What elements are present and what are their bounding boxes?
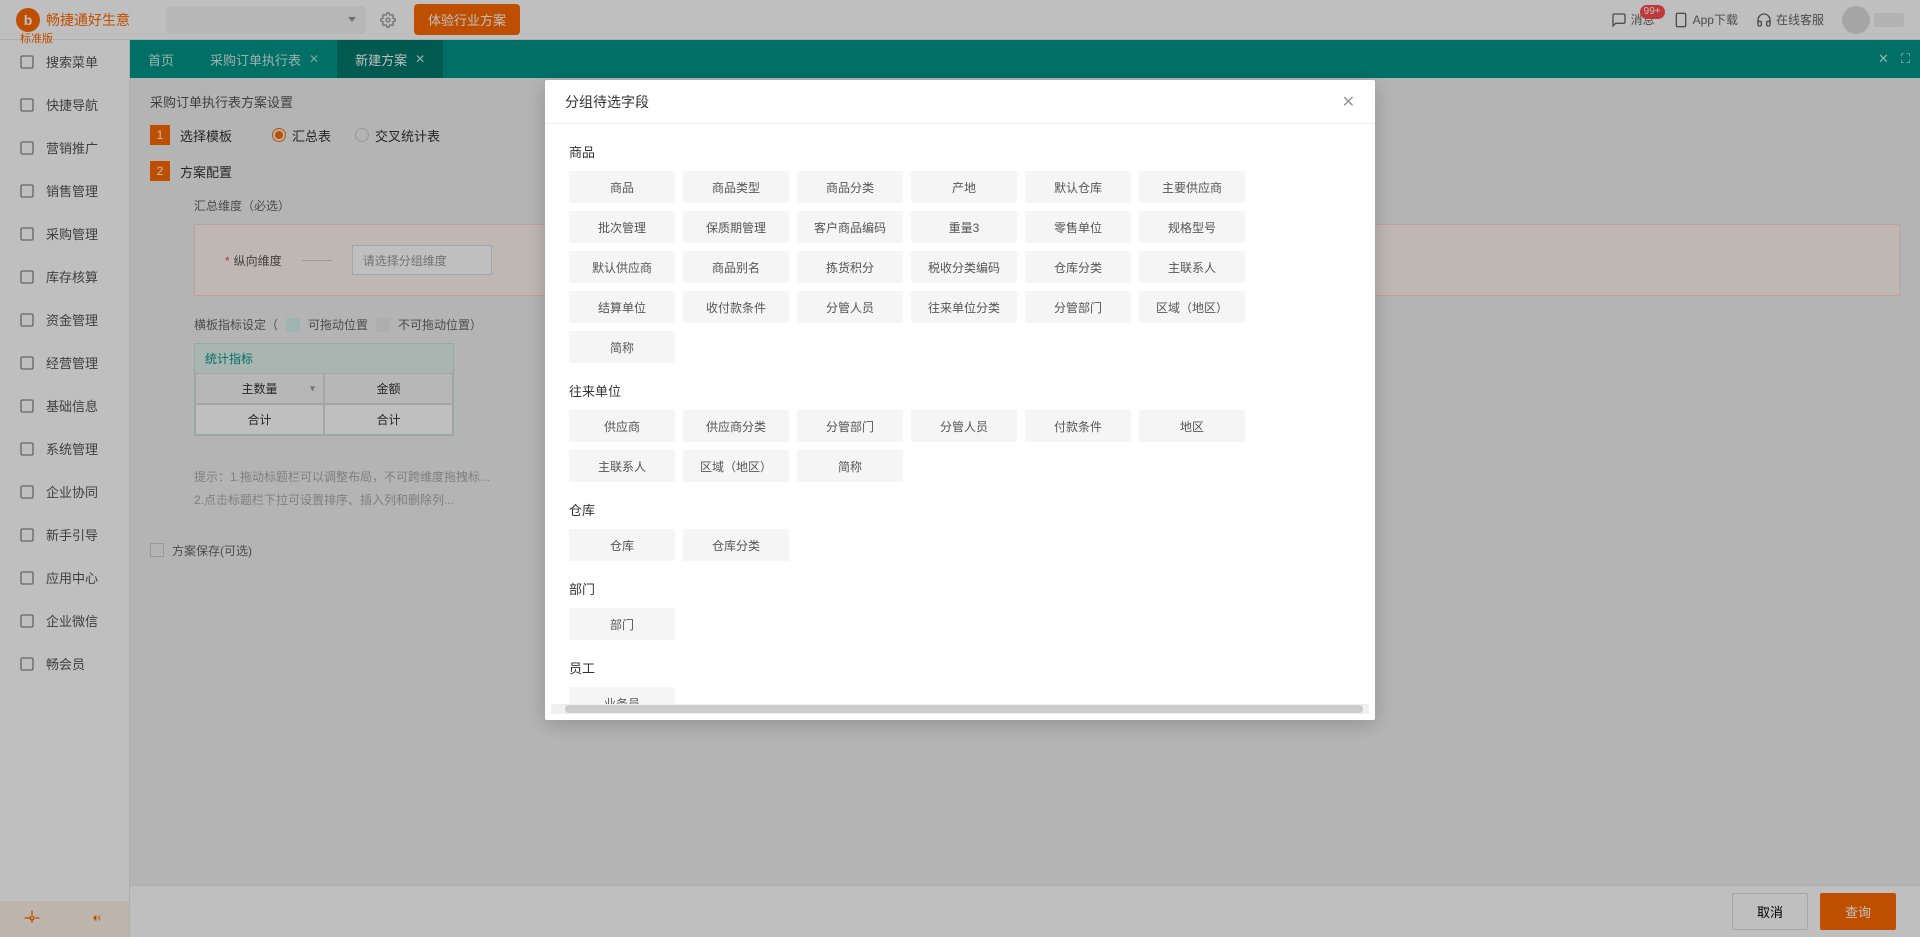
field-chip[interactable]: 商品分类 xyxy=(797,171,903,203)
modal-header: 分组待选字段 ✕ xyxy=(545,80,1375,124)
field-chip[interactable]: 收付款条件 xyxy=(683,291,789,323)
field-chip[interactable]: 拣货积分 xyxy=(797,251,903,283)
field-chip[interactable]: 区域（地区） xyxy=(683,450,789,482)
field-chip[interactable]: 简称 xyxy=(569,331,675,363)
field-chip[interactable]: 分管部门 xyxy=(797,410,903,442)
field-chip[interactable]: 结算单位 xyxy=(569,291,675,323)
field-chip[interactable]: 默认仓库 xyxy=(1025,171,1131,203)
field-chip[interactable]: 保质期管理 xyxy=(683,211,789,243)
field-chip[interactable]: 分管部门 xyxy=(1025,291,1131,323)
field-chip[interactable]: 仓库 xyxy=(569,529,675,561)
field-chip[interactable]: 往来单位分类 xyxy=(911,291,1017,323)
field-chip[interactable]: 供应商 xyxy=(569,410,675,442)
field-chip[interactable]: 零售单位 xyxy=(1025,211,1131,243)
field-chip[interactable]: 地区 xyxy=(1139,410,1245,442)
field-selector-modal: 分组待选字段 ✕ 商品商品商品类型商品分类产地默认仓库主要供应商批次管理保质期管… xyxy=(545,80,1375,720)
field-chip[interactable]: 分管人员 xyxy=(911,410,1017,442)
field-group-title: 往来单位 xyxy=(569,381,1351,400)
field-group-title: 商品 xyxy=(569,142,1351,161)
field-chip[interactable]: 主联系人 xyxy=(569,450,675,482)
field-chip[interactable]: 默认供应商 xyxy=(569,251,675,283)
field-chip[interactable]: 供应商分类 xyxy=(683,410,789,442)
modal-body: 商品商品商品类型商品分类产地默认仓库主要供应商批次管理保质期管理客户商品编码重量… xyxy=(545,124,1375,704)
modal-horizontal-scrollbar[interactable] xyxy=(551,704,1369,714)
field-chip[interactable]: 业务员 xyxy=(569,687,675,704)
field-chip[interactable]: 部门 xyxy=(569,608,675,640)
modal-title: 分组待选字段 xyxy=(565,92,649,112)
field-group-title: 员工 xyxy=(569,658,1351,677)
field-chip[interactable]: 客户商品编码 xyxy=(797,211,903,243)
field-chip[interactable]: 仓库分类 xyxy=(1025,251,1131,283)
field-chip[interactable]: 简称 xyxy=(797,450,903,482)
field-group-4: 员工业务员 xyxy=(569,658,1351,704)
field-chip[interactable]: 主联系人 xyxy=(1139,251,1245,283)
field-chip[interactable]: 商品别名 xyxy=(683,251,789,283)
field-group-1: 往来单位供应商供应商分类分管部门分管人员付款条件地区主联系人区域（地区）简称 xyxy=(569,381,1351,482)
field-chip[interactable]: 主要供应商 xyxy=(1139,171,1245,203)
field-group-title: 仓库 xyxy=(569,500,1351,519)
field-chip[interactable]: 批次管理 xyxy=(569,211,675,243)
field-chip[interactable]: 商品 xyxy=(569,171,675,203)
modal-close-icon[interactable]: ✕ xyxy=(1342,92,1355,112)
field-chip[interactable]: 规格型号 xyxy=(1139,211,1245,243)
field-chip[interactable]: 区域（地区） xyxy=(1139,291,1245,323)
field-chip[interactable]: 产地 xyxy=(911,171,1017,203)
field-group-3: 部门部门 xyxy=(569,579,1351,640)
field-chip[interactable]: 分管人员 xyxy=(797,291,903,323)
field-chip[interactable]: 商品类型 xyxy=(683,171,789,203)
field-chip[interactable]: 税收分类编码 xyxy=(911,251,1017,283)
field-group-title: 部门 xyxy=(569,579,1351,598)
field-group-0: 商品商品商品类型商品分类产地默认仓库主要供应商批次管理保质期管理客户商品编码重量… xyxy=(569,142,1351,363)
modal-overlay[interactable]: 分组待选字段 ✕ 商品商品商品类型商品分类产地默认仓库主要供应商批次管理保质期管… xyxy=(0,0,1920,937)
field-group-2: 仓库仓库仓库分类 xyxy=(569,500,1351,561)
field-chip[interactable]: 重量3 xyxy=(911,211,1017,243)
field-chip[interactable]: 仓库分类 xyxy=(683,529,789,561)
field-chip[interactable]: 付款条件 xyxy=(1025,410,1131,442)
